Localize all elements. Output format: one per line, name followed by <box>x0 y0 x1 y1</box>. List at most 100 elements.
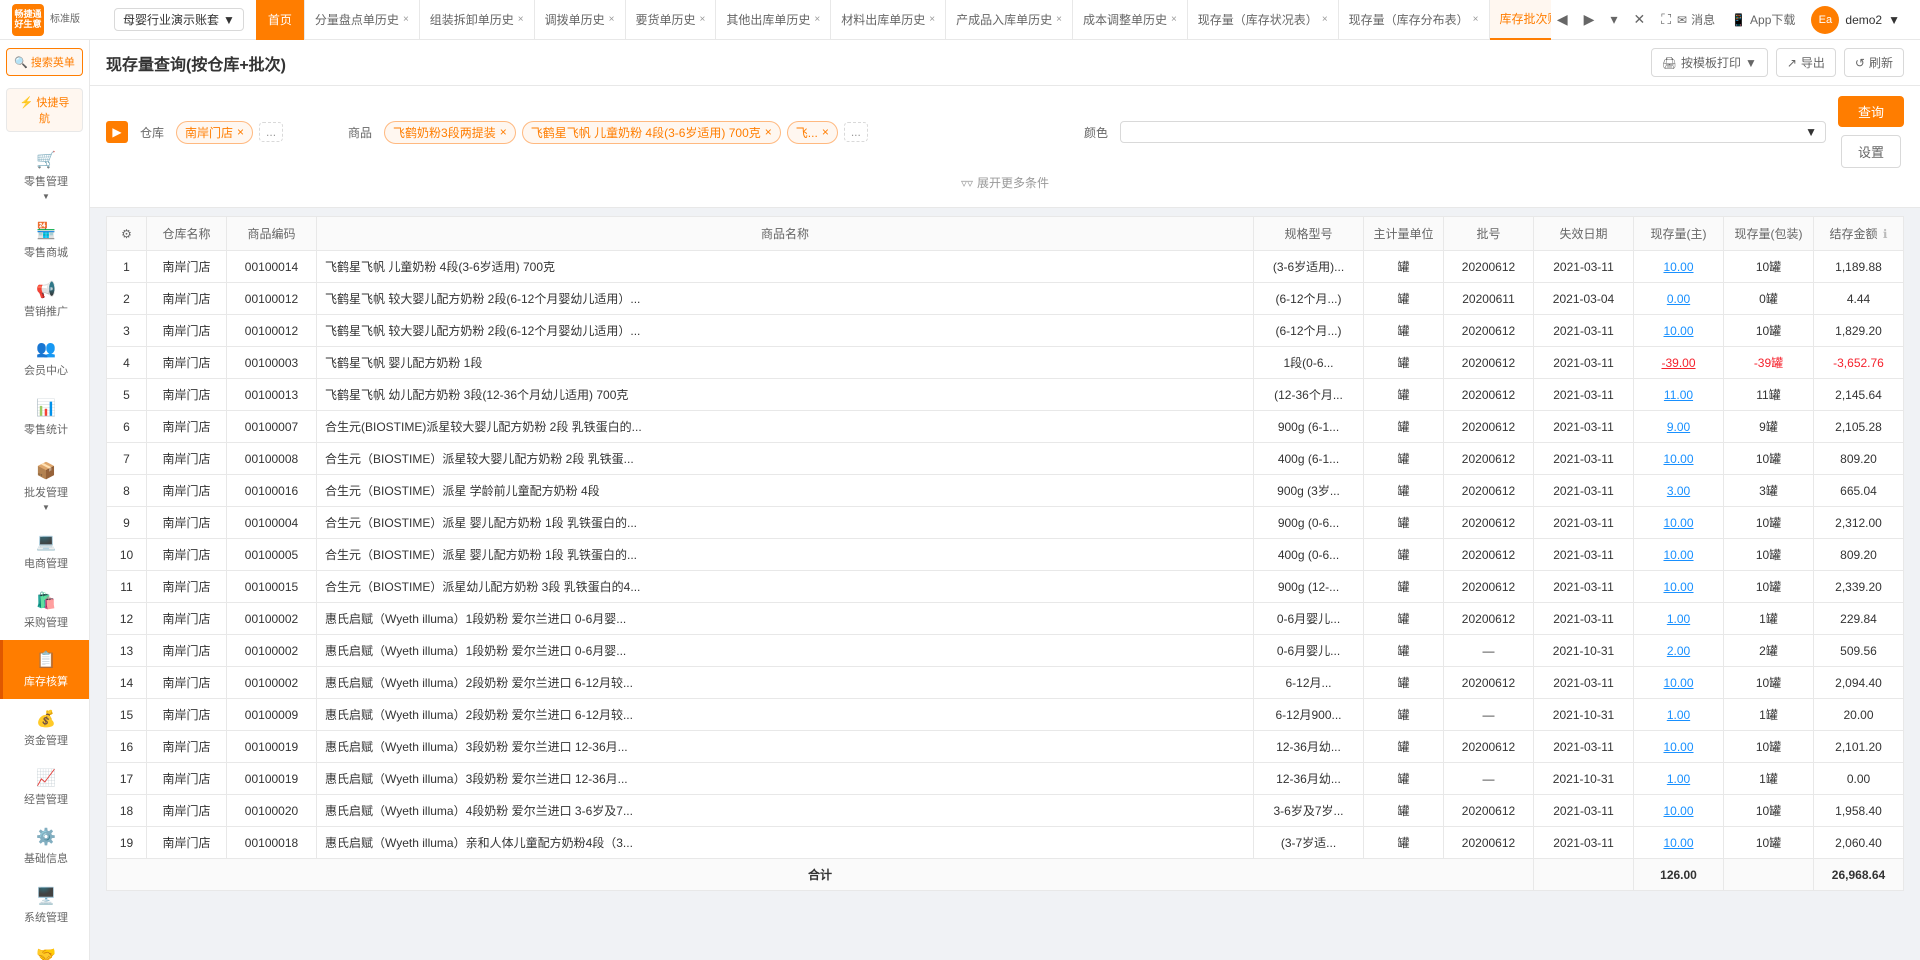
tab-close-cost-adj[interactable]: × <box>1171 14 1177 25</box>
balance-info-icon[interactable]: ℹ <box>1883 227 1888 241</box>
cell-batch: 20200612 <box>1444 315 1534 347</box>
sidebar-item-marketing[interactable]: 📢 营销推广 <box>0 270 89 329</box>
cell-index: 6 <box>107 411 147 443</box>
cell-qty[interactable]: 2.00 <box>1634 635 1724 667</box>
table-row: 3南岸门店00100012飞鹤星飞帆 较大婴儿配方奶粉 2段(6-12个月婴幼儿… <box>107 315 1904 347</box>
product-tag-close-1[interactable]: × <box>500 125 507 139</box>
tab-fullscreen-button[interactable]: ⛶ <box>1655 11 1677 28</box>
tab-stock-dist[interactable]: 现存量（库存分布表） × <box>1339 0 1490 40</box>
filter-area: ▶ 仓库 南岸门店 × ... 商品 飞鹤奶粉3段两提装 × <box>90 86 1920 208</box>
sidebar-item-member[interactable]: 👥 会员中心 <box>0 329 89 388</box>
tab-product-in[interactable]: 产成品入库单历史 × <box>946 0 1073 40</box>
tab-close-require[interactable]: × <box>700 14 706 25</box>
tab-close-split[interactable]: × <box>403 14 409 25</box>
tab-close-product-in[interactable]: × <box>1056 14 1062 25</box>
sidebar-item-inventory[interactable]: 📋 库存核算 <box>0 640 89 699</box>
cell-qty[interactable]: 10.00 <box>1634 827 1724 859</box>
app-download-button[interactable]: 📱 App下载 <box>1731 11 1795 28</box>
cell-warehouse: 南岸门店 <box>147 635 227 667</box>
tab-transfer[interactable]: 调拨单历史 × <box>535 0 626 40</box>
tab-close-stock-dist[interactable]: × <box>1473 14 1479 25</box>
tab-next-button[interactable]: ▶ <box>1578 11 1601 28</box>
cell-qty[interactable]: 10.00 <box>1634 667 1724 699</box>
tab-close-other-out[interactable]: × <box>814 14 820 25</box>
product-tag-1[interactable]: 飞鹤奶粉3段两提装 × <box>384 121 516 144</box>
sidebar-item-shop[interactable]: 🏪 零售商城 <box>0 211 89 270</box>
export-label: 导出 <box>1801 54 1825 71</box>
tab-close-disassemble[interactable]: × <box>518 14 524 25</box>
user-profile[interactable]: Ea demo2 ▼ <box>1811 6 1900 34</box>
sidebar-item-retail[interactable]: 🛒 零售管理 ▼ <box>0 140 89 211</box>
color-filter-select[interactable]: ▼ <box>1120 121 1826 143</box>
search-button[interactable]: 🔍 搜索英单 <box>6 48 83 76</box>
cell-qty[interactable]: 10.00 <box>1634 731 1724 763</box>
refresh-button[interactable]: ↺ 刷新 <box>1844 48 1904 77</box>
cell-qty[interactable]: 10.00 <box>1634 507 1724 539</box>
cell-qty[interactable]: 10.00 <box>1634 795 1724 827</box>
tab-batch-ledger[interactable]: 库存批次账 × <box>1490 0 1551 40</box>
quick-nav-button[interactable]: ⚡ 快捷导航 <box>6 88 83 132</box>
tab-prev-button[interactable]: ◀ <box>1551 11 1574 28</box>
cell-qty[interactable]: 10.00 <box>1634 251 1724 283</box>
sidebar-item-retail-stats[interactable]: 📊 零售统计 <box>0 388 89 447</box>
settings-icon[interactable]: ⚙ <box>121 227 132 241</box>
tab-close-stock-status[interactable]: × <box>1322 14 1328 25</box>
cell-qty[interactable]: 0.00 <box>1634 283 1724 315</box>
cell-qty[interactable]: 10.00 <box>1634 315 1724 347</box>
cell-qty[interactable]: 1.00 <box>1634 763 1724 795</box>
sidebar-item-finance[interactable]: 💰 资金管理 <box>0 699 89 758</box>
cell-code: 00100004 <box>227 507 317 539</box>
warehouse-tag-close[interactable]: × <box>237 125 244 139</box>
message-button[interactable]: ✉ 消息 <box>1677 11 1715 28</box>
cell-qty[interactable]: 3.00 <box>1634 475 1724 507</box>
tab-close-material-out[interactable]: × <box>929 14 935 25</box>
warehouse-more-button[interactable]: ... <box>259 122 283 142</box>
cell-qty[interactable]: 10.00 <box>1634 539 1724 571</box>
tab-close-transfer[interactable]: × <box>609 14 615 25</box>
product-more-button[interactable]: ... <box>844 122 868 142</box>
cell-qty[interactable]: 11.00 <box>1634 379 1724 411</box>
sidebar-item-basic[interactable]: ⚙️ 基础信息 <box>0 817 89 876</box>
cell-qty[interactable]: 10.00 <box>1634 443 1724 475</box>
tab-split[interactable]: 分量盘点单历史 × <box>305 0 420 40</box>
sidebar-item-collab[interactable]: 🤝 企业协同 <box>0 935 89 960</box>
warehouse-tag[interactable]: 南岸门店 × <box>176 121 253 144</box>
query-button[interactable]: 查询 <box>1838 96 1904 127</box>
cell-qty[interactable]: 1.00 <box>1634 603 1724 635</box>
sidebar-item-purchase[interactable]: 🛍️ 采购管理 <box>0 581 89 640</box>
cell-qty[interactable]: 10.00 <box>1634 571 1724 603</box>
sidebar-item-ecommerce[interactable]: 💻 电商管理 <box>0 522 89 581</box>
expand-more-button[interactable]: ▿▿ 展开更多条件 <box>106 168 1904 197</box>
setting-button[interactable]: 设置 <box>1841 135 1901 168</box>
account-selector[interactable]: 母婴行业演示账套 ▼ <box>114 8 244 31</box>
export-button[interactable]: ↗ 导出 <box>1776 48 1836 77</box>
print-button[interactable]: 🖨 按模板打印 ▼ <box>1651 48 1768 77</box>
sidebar-item-wholesale[interactable]: 📦 批发管理 ▼ <box>0 451 89 522</box>
tab-more-button[interactable]: ▾ <box>1604 11 1623 28</box>
tab-disassemble[interactable]: 组装拆卸单历史 × <box>420 0 535 40</box>
summary-row: 合计 126.00 26,968.64 <box>107 859 1904 891</box>
sidebar-item-operation[interactable]: 📈 经营管理 <box>0 758 89 817</box>
product-tag-2[interactable]: 飞鹤星飞帆 儿童奶粉 4段(3-6岁适用) 700克 × <box>522 121 781 144</box>
tab-require[interactable]: 要货单历史 × <box>626 0 717 40</box>
tab-cost-adj[interactable]: 成本调整单历史 × <box>1073 0 1188 40</box>
cell-index: 10 <box>107 539 147 571</box>
color-chevron-icon: ▼ <box>1805 125 1817 139</box>
filter-toggle-button[interactable]: ▶ <box>106 121 128 143</box>
cell-qty[interactable]: 1.00 <box>1634 699 1724 731</box>
tab-home[interactable]: 首页 <box>256 0 305 40</box>
tab-material-out[interactable]: 材料出库单历史 × <box>831 0 946 40</box>
sidebar-item-system[interactable]: 🖥️ 系统管理 <box>0 876 89 935</box>
tab-close-all-button[interactable]: ✕ <box>1627 11 1651 28</box>
cell-warehouse: 南岸门店 <box>147 539 227 571</box>
table-row: 14南岸门店00100002惠氏启赋（Wyeth illuma）2段奶粉 爱尔兰… <box>107 667 1904 699</box>
cell-qty[interactable]: -39.00 <box>1634 347 1724 379</box>
product-tag-3[interactable]: 飞... × <box>787 121 838 144</box>
tab-stock-status[interactable]: 现存量（库存状况表） × <box>1188 0 1339 40</box>
cell-qty[interactable]: 9.00 <box>1634 411 1724 443</box>
table-header: ⚙ 仓库名称 商品编码 商品名称 规格型号 主计量单位 批号 失效日期 现存量(… <box>107 217 1904 251</box>
tab-other-out[interactable]: 其他出库单历史 × <box>716 0 831 40</box>
product-tag-close-2[interactable]: × <box>765 125 772 139</box>
cell-warehouse: 南岸门店 <box>147 411 227 443</box>
product-tag-close-3[interactable]: × <box>822 125 829 139</box>
